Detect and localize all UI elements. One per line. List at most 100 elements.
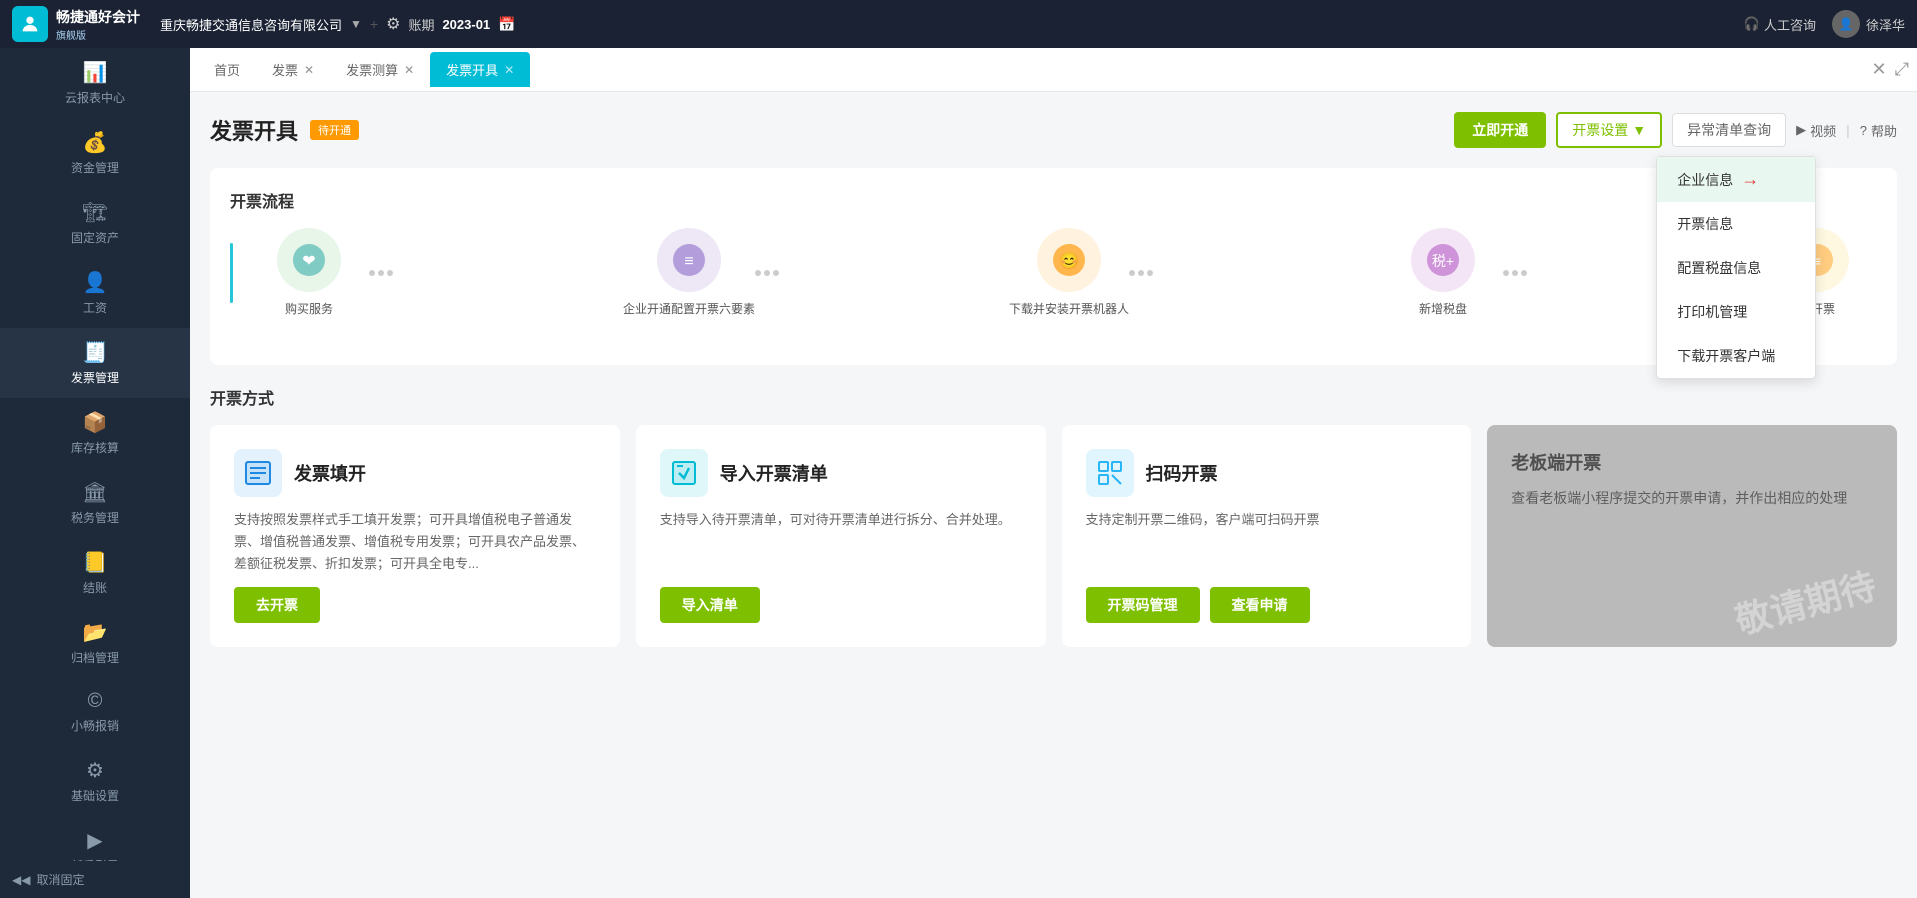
method-header-scan: 扫码开票 [1086, 449, 1448, 497]
tab-bar-close-icon[interactable]: ✕ [1872, 59, 1887, 80]
sidebar-item-yunbao[interactable]: 📊 云报表中心 [0, 48, 190, 118]
sidebar-item-label: 发票管理 [71, 369, 119, 386]
tab-home[interactable]: 首页 [198, 52, 256, 87]
scan-code-btn[interactable]: 开票码管理 [1086, 587, 1200, 623]
method-card-fill: 发票填开 支持按照发票样式手工填开发票；可开具增值税电子普通发票、增值税普通发票… [210, 425, 620, 647]
tab-kaiju-close[interactable]: ✕ [504, 63, 514, 77]
connector-1 [369, 270, 623, 276]
sidebar-item-label: 结账 [83, 579, 107, 596]
sidebar-item-label: 归档管理 [71, 649, 119, 666]
consult-label: 人工咨询 [1764, 15, 1816, 34]
menu-item-download-client[interactable]: 下载开票客户端 [1657, 334, 1815, 378]
tab-kaiju-label: 发票开具 [446, 60, 498, 79]
tab-bar-actions: ✕ ⤢ [1872, 59, 1910, 80]
menu-item-enterprise-info[interactable]: 企业信息 → [1657, 157, 1815, 202]
sidebar-item-label: 基础设置 [71, 787, 119, 804]
methods-section: 开票方式 发票填开 支持按照发票样式手工填开发票；可开具增值税电子普通发票、增值… [210, 385, 1897, 647]
scan-icon [1086, 449, 1134, 497]
fapiao-icon: 🧾 [83, 340, 108, 365]
tab-kaiju[interactable]: 发票开具 ✕ [430, 52, 530, 87]
logo-subtitle: 旗舰版 [56, 27, 140, 42]
sidebar-item-gongzi[interactable]: 👤 工资 [0, 258, 190, 328]
process-icon-taxpan: 税+ [1411, 228, 1475, 292]
svg-text:税+: 税+ [1432, 253, 1454, 269]
company-dropdown-icon[interactable]: ▼ [350, 17, 362, 31]
sidebar-item-shuiwu[interactable]: 🏛 税务管理 [0, 468, 190, 538]
import-name: 导入开票清单 [720, 460, 828, 486]
sidebar-item-label: 税务管理 [71, 509, 119, 526]
red-arrow-icon: → [1741, 169, 1759, 190]
sidebar-item-label: 固定资产 [71, 229, 119, 246]
process-step-buy: ❤ 购买服务 [249, 228, 369, 317]
settings-chevron-icon: ▼ [1632, 122, 1646, 138]
method-header-boss: 老板端开票 [1511, 449, 1873, 475]
process-label-download: 下载并安装开票机器人 [1009, 300, 1129, 317]
sidebar-item-xinshou[interactable]: ▶ 新手引导 [0, 816, 190, 861]
tab-home-label: 首页 [214, 60, 240, 79]
sidebar-item-xiaochang[interactable]: © 小畅报销 [0, 678, 190, 746]
tab-cesuan[interactable]: 发票测算 ✕ [330, 52, 430, 87]
menu-item-invoice-info[interactable]: 开票信息 [1657, 202, 1815, 246]
sidebar-item-label: 工资 [83, 299, 107, 316]
sidebar-item-gudingzichan[interactable]: 🏗 固定资产 [0, 188, 190, 258]
top-bar-right: 🎧 人工咨询 👤 徐泽华 [1744, 10, 1905, 38]
method-card-import: 导入开票清单 支持导入待开票清单，可对待开票清单进行拆分、合并处理。 导入清单 [636, 425, 1046, 647]
settings-button[interactable]: 开票设置 ▼ [1556, 112, 1662, 148]
calendar-icon[interactable]: 📅 [498, 16, 515, 33]
method-card-boss: 老板端开票 查看老板端小程序提交的开票申请，并作出相应的处理 敬请期待 [1487, 425, 1897, 647]
process-step-config: ≡ 企业开通配置开票六要素 [623, 228, 755, 317]
user-area[interactable]: 👤 徐泽华 [1832, 10, 1905, 38]
sidebar-item-fapiao[interactable]: 🧾 发票管理 [0, 328, 190, 398]
process-section-title: 开票流程 [230, 188, 1877, 212]
fill-btn[interactable]: 去开票 [234, 587, 320, 623]
method-header-fill: 发票填开 [234, 449, 596, 497]
settings-dropdown-wrapper: 开票设置 ▼ 企业信息 → 开票信息 [1556, 112, 1662, 148]
scan-apply-btn[interactable]: 查看申请 [1210, 587, 1310, 623]
top-bar: 畅捷通好会计 旗舰版 重庆畅捷交通信息咨询有限公司 ▼ + ⚙ 账期 2023-… [0, 0, 1917, 48]
sidebar-scroll: 📊 云报表中心 💰 资金管理 🏗 固定资产 👤 工资 🧾 发票管理 [0, 48, 190, 861]
sidebar-item-zijin[interactable]: 💰 资金管理 [0, 118, 190, 188]
sidebar-item-guidang[interactable]: 📂 归档管理 [0, 608, 190, 678]
svg-text:😊: 😊 [1059, 252, 1079, 270]
page-actions: 立即开通 开票设置 ▼ 企业信息 → [1454, 112, 1897, 148]
tab-fapiao[interactable]: 发票 ✕ [256, 52, 330, 87]
process-step-download: 😊 下载并安装开票机器人 [1009, 228, 1129, 317]
jiezhang-icon: 📒 [83, 550, 108, 575]
sidebar-item-jiezhang[interactable]: 📒 结账 [0, 538, 190, 608]
printer-label: 打印机管理 [1677, 304, 1747, 320]
svg-text:❤: ❤ [302, 253, 315, 270]
page-title: 发票开具 [210, 114, 298, 146]
top-bar-middle: 重庆畅捷交通信息咨询有限公司 ▼ + ⚙ 账期 2023-01 📅 [160, 14, 516, 34]
menu-item-tax-config[interactable]: 配置税盘信息 [1657, 246, 1815, 290]
user-name: 徐泽华 [1866, 15, 1905, 34]
help-button[interactable]: ? 帮助 [1860, 121, 1897, 140]
guidang-icon: 📂 [83, 620, 108, 645]
yunbao-icon: 📊 [83, 60, 108, 85]
tab-fapiao-close[interactable]: ✕ [304, 63, 314, 77]
import-btn[interactable]: 导入清单 [660, 587, 760, 623]
settings-icon[interactable]: ⚙ [386, 14, 400, 34]
tax-config-label: 配置税盘信息 [1677, 260, 1761, 276]
video-button[interactable]: ▶ 视频 [1796, 121, 1836, 140]
scan-name: 扫码开票 [1146, 460, 1218, 486]
tab-cesuan-close[interactable]: ✕ [404, 63, 414, 77]
tab-bar: 首页 发票 ✕ 发票测算 ✕ 发票开具 ✕ ✕ ⤢ [190, 48, 1917, 92]
activate-button[interactable]: 立即开通 [1454, 112, 1546, 148]
invoice-info-label: 开票信息 [1677, 216, 1733, 232]
consult-button[interactable]: 🎧 人工咨询 [1744, 15, 1816, 34]
menu-item-printer[interactable]: 打印机管理 [1657, 290, 1815, 334]
cancel-label: 取消固定 [36, 871, 84, 888]
sidebar-item-jichushezhi[interactable]: ⚙ 基础设置 [0, 746, 190, 816]
period-label: 账期 [408, 15, 434, 34]
avatar: 👤 [1832, 10, 1860, 38]
jichushezhi-icon: ⚙ [86, 758, 104, 783]
process-label-taxpan: 新增税盘 [1419, 300, 1467, 317]
tab-bar-expand-icon[interactable]: ⤢ [1895, 59, 1909, 80]
fill-icon [234, 449, 282, 497]
abnormal-button[interactable]: 异常清单查询 [1672, 113, 1786, 147]
sidebar-item-kucun[interactable]: 📦 库存核算 [0, 398, 190, 468]
process-icon-download: 😊 [1037, 228, 1101, 292]
sidebar-item-label: 云报表中心 [65, 89, 125, 106]
process-icon-config: ≡ [657, 228, 721, 292]
sidebar-cancel[interactable]: ◀◀ 取消固定 [0, 861, 190, 898]
